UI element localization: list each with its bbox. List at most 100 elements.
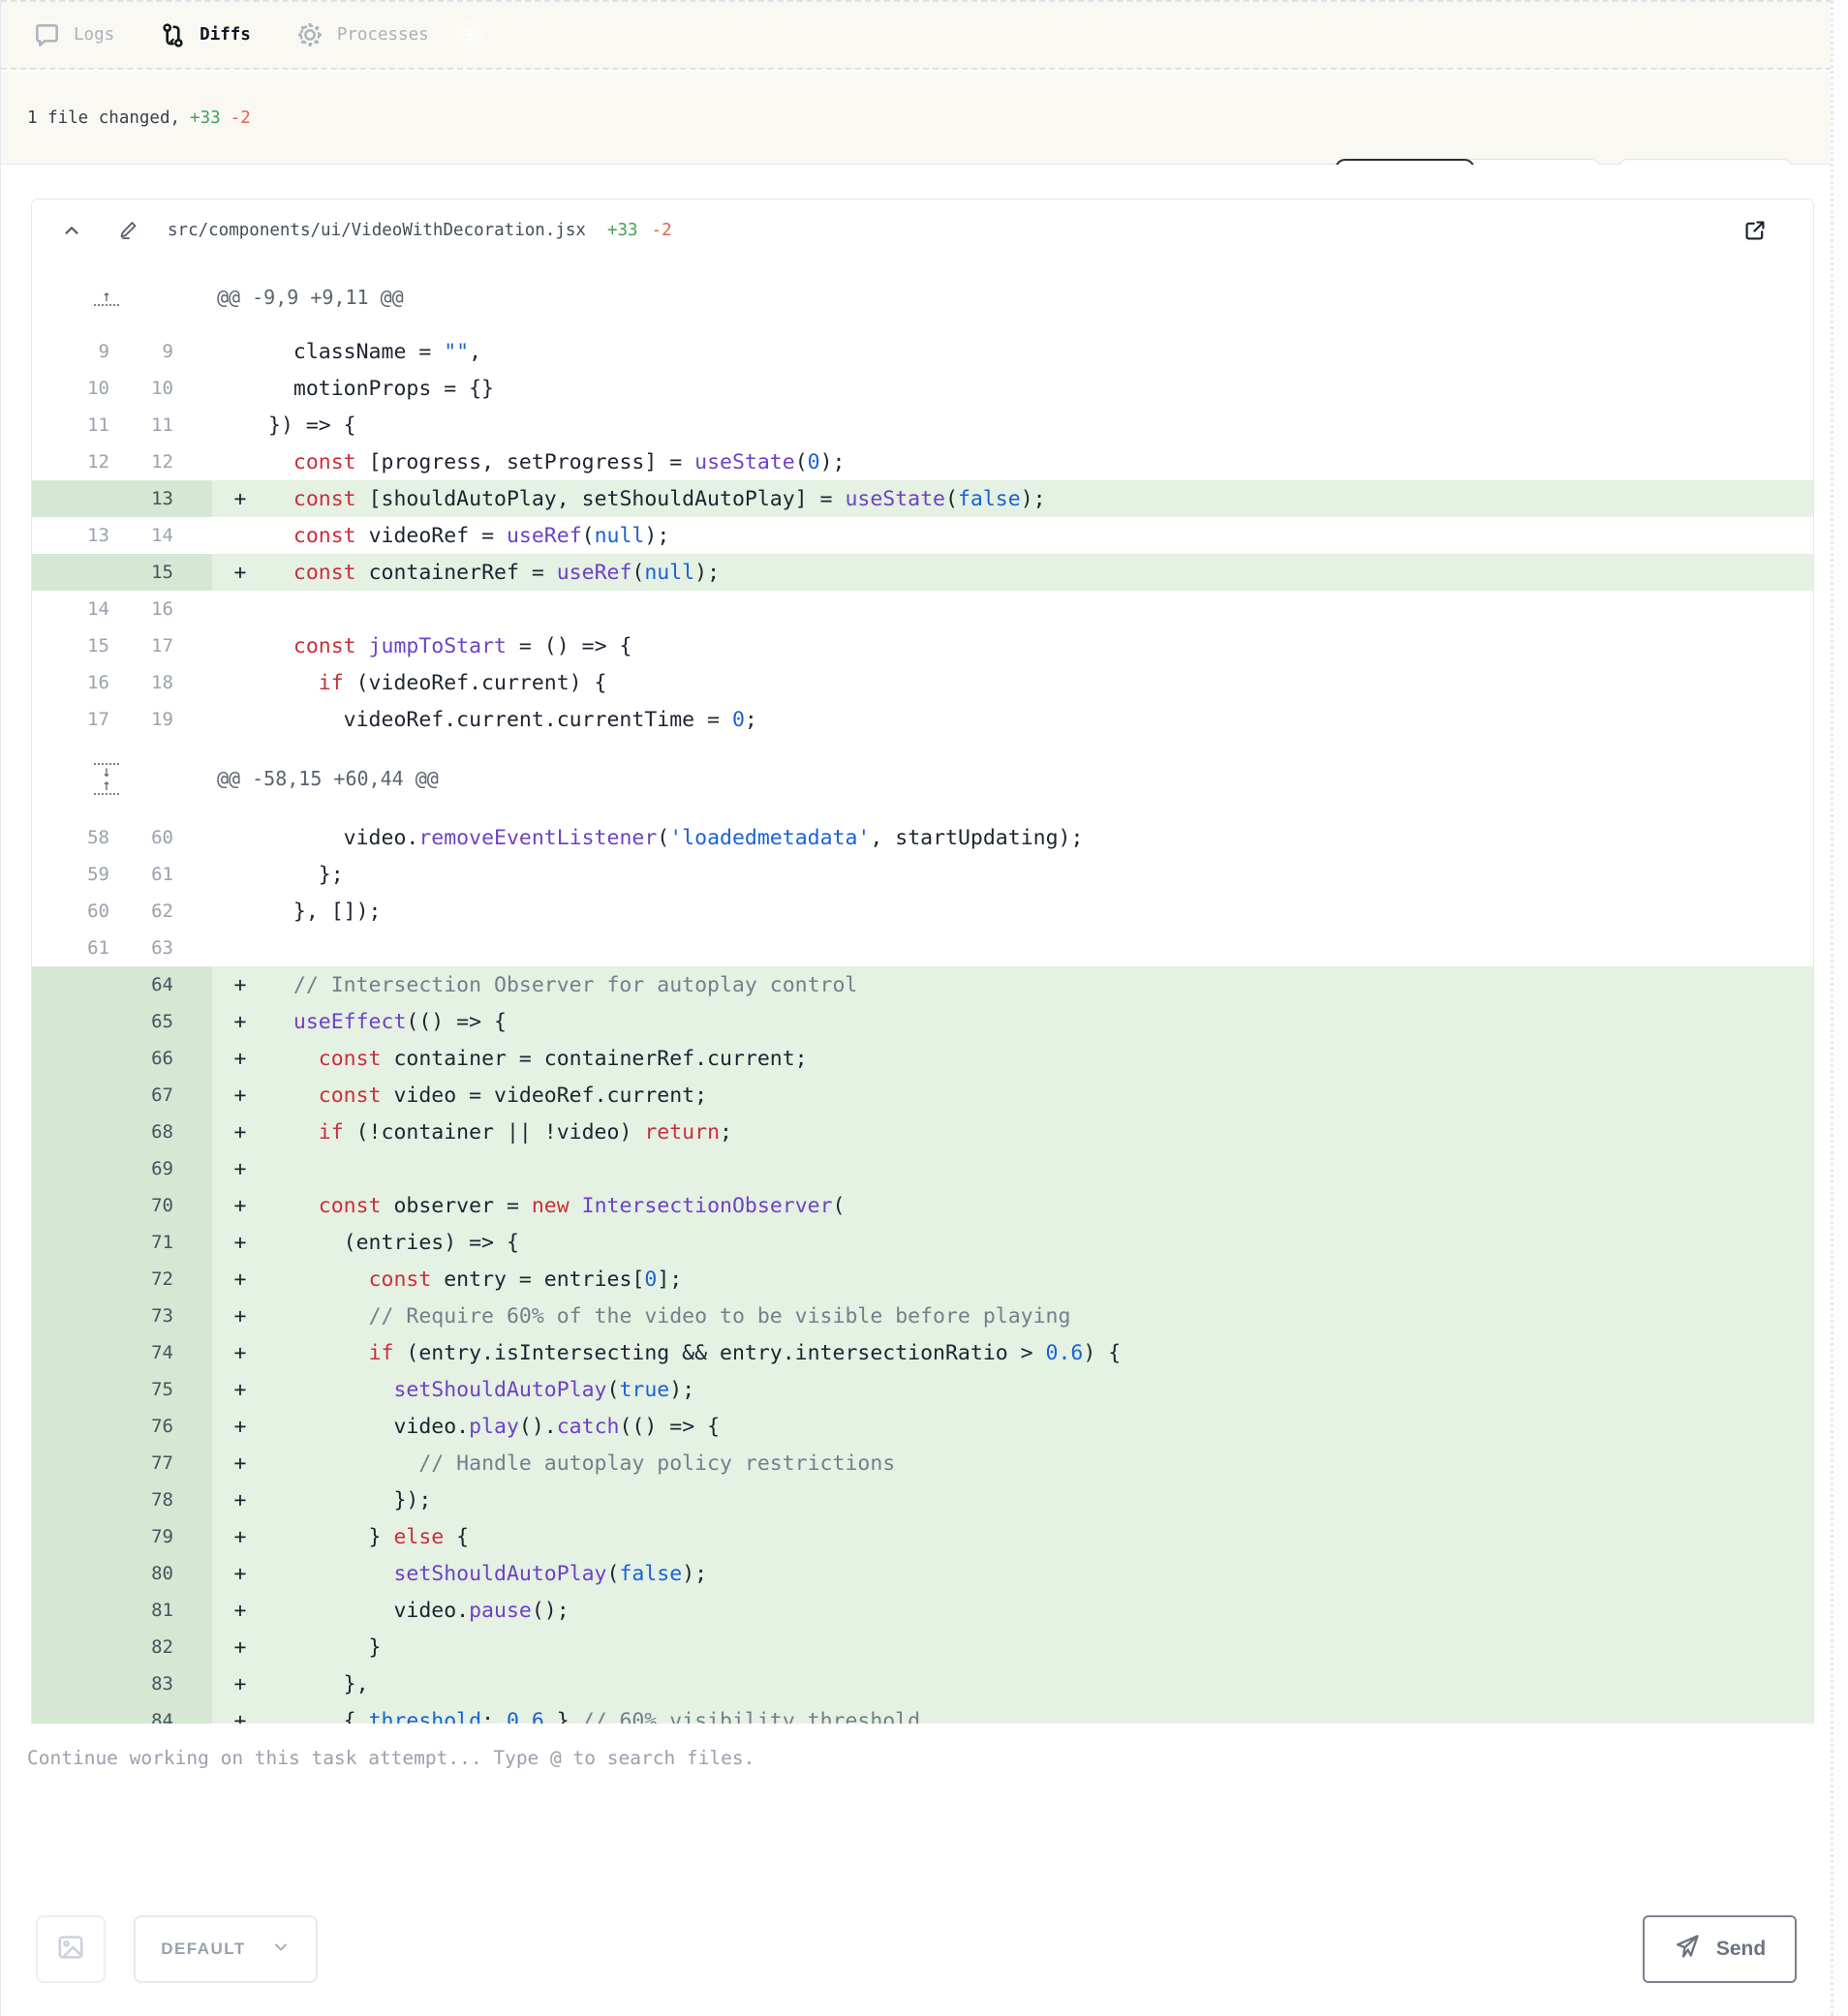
code-token: useRef xyxy=(556,560,632,585)
new-line-number: 13 xyxy=(151,488,173,509)
diff-row: 68 + if (!container || !video) return; xyxy=(32,1114,1813,1150)
added-line-marker: + xyxy=(233,1414,247,1439)
code-line: }); xyxy=(268,1481,1813,1518)
code-token: ); xyxy=(1020,486,1046,511)
code-token: video. xyxy=(268,1414,470,1439)
added-line-marker: + xyxy=(233,1119,247,1145)
new-line-number: 18 xyxy=(151,672,173,693)
scrollbar-track[interactable] xyxy=(1831,0,1848,2016)
code-token: useState xyxy=(845,486,946,511)
diff-row: 10 10 motionProps = {} xyxy=(32,370,1813,407)
code-line: }; xyxy=(268,856,1813,893)
hunk-header-row: ↓ ↑ @@ -58,15 +60,44 @@ xyxy=(32,738,1813,819)
line-number-gutter: 72 xyxy=(32,1261,212,1298)
diff-row: 14 16 xyxy=(32,591,1813,627)
code-token: video = videoRef.current; xyxy=(381,1083,708,1108)
profile-select[interactable]: DEFAULT xyxy=(134,1915,318,1983)
expand-up-button[interactable]: ↑ xyxy=(102,288,111,303)
added-line-marker: + xyxy=(233,1083,247,1108)
diff-row: 60 62 }, []); xyxy=(32,893,1813,930)
added-line-marker: + xyxy=(233,1156,247,1181)
code-token: setShouldAutoPlay xyxy=(393,1561,607,1586)
code-line: // Intersection Observer for autoplay co… xyxy=(268,966,1813,1003)
tab-diffs[interactable]: Diffs xyxy=(159,21,251,49)
open-external-icon[interactable] xyxy=(1743,219,1767,242)
code-token: useEffect xyxy=(293,1009,407,1034)
code-token: const xyxy=(293,560,356,585)
code-token: observer = xyxy=(381,1193,532,1218)
git-compare-icon xyxy=(159,21,187,49)
line-number-gutter: 67 xyxy=(32,1077,212,1114)
code-token: { xyxy=(444,1524,470,1549)
added-line-marker: + xyxy=(233,1193,247,1218)
line-number-gutter: 11 11 xyxy=(32,407,212,443)
profile-select-label: DEFAULT xyxy=(161,1940,246,1958)
line-number-gutter: 80 xyxy=(32,1555,212,1592)
diff-row: 13 14 const videoRef = useRef(null); xyxy=(32,517,1813,554)
code-token: setShouldAutoPlay xyxy=(393,1377,607,1402)
expand-up-button[interactable]: ↑ xyxy=(102,778,111,793)
line-number-gutter: 73 xyxy=(32,1298,212,1334)
line-number-gutter: 79 xyxy=(32,1518,212,1555)
code-token: }; xyxy=(268,862,344,887)
old-line-number: 15 xyxy=(87,635,109,657)
code-line: const entry = entries[0]; xyxy=(268,1261,1813,1298)
code-line: video. play (). catch(() => { xyxy=(268,1408,1813,1445)
code-token: const xyxy=(293,449,356,474)
code-token: 0 xyxy=(807,449,820,474)
message-input[interactable] xyxy=(27,1747,1800,1882)
code-line: className = "", xyxy=(268,333,1813,370)
code-token: "" xyxy=(444,339,470,364)
code-token: }); xyxy=(268,1487,432,1512)
diff-scroll-area[interactable]: src/components/ui/VideoWithDecoration.js… xyxy=(1,165,1832,1724)
new-line-number: 66 xyxy=(151,1048,173,1069)
new-line-number: 78 xyxy=(151,1489,173,1511)
code-line: // Require 60% of the video to be visibl… xyxy=(268,1298,1813,1334)
code-token: ); xyxy=(644,523,670,548)
line-number-gutter: 66 xyxy=(32,1040,212,1077)
code-line: (entries) => { xyxy=(268,1224,1813,1261)
code-token: ( xyxy=(631,560,645,585)
line-number-gutter: 84 xyxy=(32,1702,212,1724)
line-number-gutter: 13 14 xyxy=(32,517,212,554)
code-token: entry = entries[ xyxy=(431,1267,645,1292)
code-token: className = xyxy=(268,339,445,364)
line-number-gutter: 15 17 xyxy=(32,627,212,664)
code-token: [shouldAutoPlay, setShouldAutoPlay] = xyxy=(355,486,846,511)
tab-processes[interactable]: Processes 3 xyxy=(295,20,484,49)
code-line: const container = containerRef.current; xyxy=(268,1040,1813,1077)
line-number-gutter: 78 xyxy=(32,1481,212,1518)
code-line: motionProps = {} xyxy=(268,370,1813,407)
new-line-number: 82 xyxy=(151,1636,173,1658)
deletions-count: -2 xyxy=(230,108,251,128)
old-line-number: 11 xyxy=(87,414,109,436)
code-token: videoRef.current.currentTime = xyxy=(268,707,732,732)
diff-row: 59 61 }; xyxy=(32,856,1813,893)
added-line-marker: + xyxy=(233,1046,247,1071)
diff-row: 15 17 const jumpToStart = () => { xyxy=(32,627,1813,664)
line-number-gutter: 12 12 xyxy=(32,443,212,480)
tab-logs[interactable]: Logs xyxy=(33,21,114,49)
added-line-marker: + xyxy=(233,1009,247,1034)
code-line: const observer = new IntersectionObserve… xyxy=(268,1187,1813,1224)
new-line-number: 80 xyxy=(151,1563,173,1584)
collapse-file-chevron-icon[interactable] xyxy=(61,220,82,241)
code-token: (() => { xyxy=(619,1414,721,1439)
added-line-marker: + xyxy=(233,1708,247,1725)
code-line: const videoRef = useRef(null); xyxy=(268,517,1813,554)
attach-image-button[interactable] xyxy=(36,1915,106,1983)
added-line-marker: + xyxy=(233,972,247,997)
code-token: motionProps = {} xyxy=(268,376,494,401)
code-line: video. pause (); xyxy=(268,1592,1813,1629)
line-number-gutter: 61 63 xyxy=(32,930,212,966)
send-button[interactable]: Send xyxy=(1643,1915,1797,1983)
